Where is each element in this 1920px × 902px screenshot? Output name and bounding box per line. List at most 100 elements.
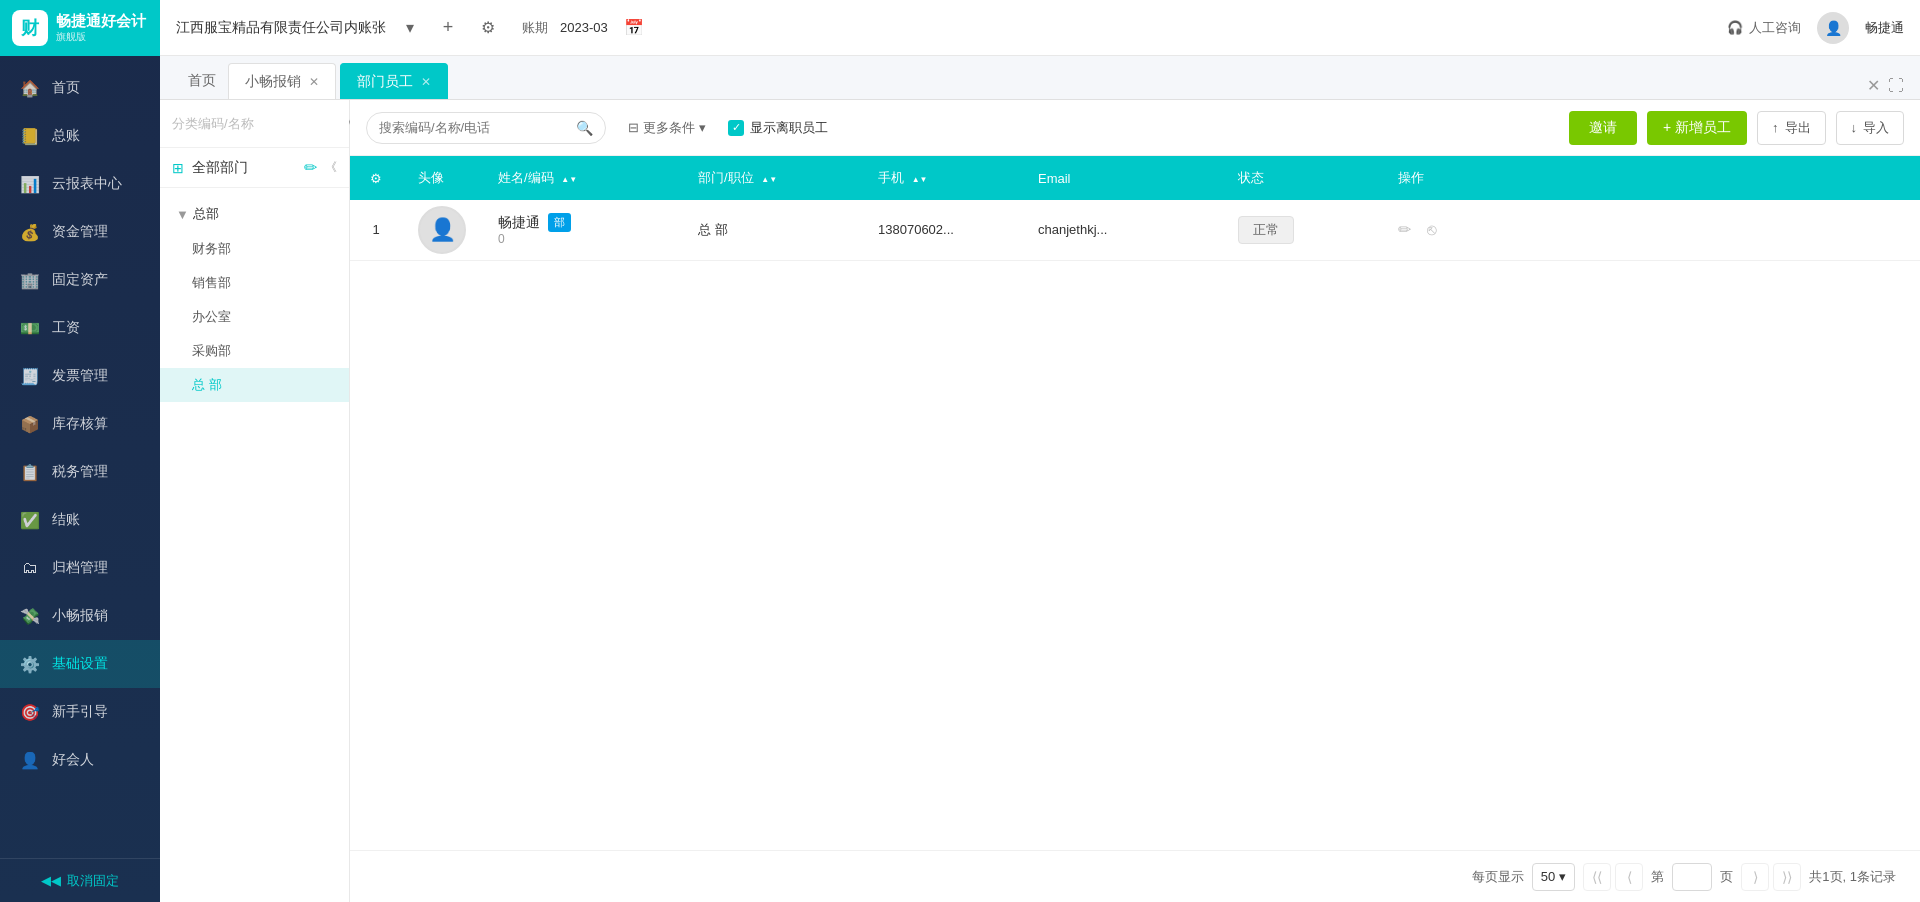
inventory-icon: 📦 xyxy=(20,415,40,434)
row-actions: ✏ ⎋ xyxy=(1398,220,1904,239)
row-avatar-cell: 👤 xyxy=(402,200,482,260)
col-phone[interactable]: 手机 ▲▼ xyxy=(862,156,1022,200)
topbar-settings-button[interactable]: ⚙ xyxy=(474,14,502,42)
employee-search-input[interactable] xyxy=(379,120,568,135)
table-row: 1 👤 畅捷通 部 0 xyxy=(350,200,1920,260)
headset-icon: 🎧 xyxy=(1727,20,1743,35)
first-page-button[interactable]: ⟨⟨ xyxy=(1583,863,1611,891)
all-departments-header[interactable]: ⊞ 全部部门 ✏ 《 xyxy=(160,148,349,188)
add-company-button[interactable]: + xyxy=(434,14,462,42)
page-word: 第 xyxy=(1651,868,1664,886)
row-email-cell: chanjethkj... xyxy=(1022,200,1222,260)
period-value: 2023-03 xyxy=(560,20,608,35)
sidebar-item-invoice[interactable]: 🧾 发票管理 xyxy=(0,352,160,400)
row-status-cell: 正常 xyxy=(1222,200,1382,260)
page-number-input[interactable]: 1 xyxy=(1672,863,1712,891)
tabs-bar: 首页 小畅报销 ✕ 部门员工 ✕ ✕ ⛶ xyxy=(160,56,1920,100)
row-index: 1 xyxy=(350,200,402,260)
employee-code: 0 xyxy=(498,232,666,246)
col-name[interactable]: 姓名/编码 ▲▼ xyxy=(482,156,682,200)
sidebar-item-inventory[interactable]: 📦 库存核算 xyxy=(0,400,160,448)
logo-icon: 财 xyxy=(12,10,48,46)
sidebar-item-close[interactable]: ✅ 结账 xyxy=(0,496,160,544)
more-filters-button[interactable]: ⊟ 更多条件 ▾ xyxy=(618,113,716,143)
sidebar-nav: 🏠 首页 📒 总账 📊 云报表中心 💰 资金管理 🏢 固定资产 💵 工资 🧾 发… xyxy=(0,56,160,858)
tab-close-button[interactable]: ✕ xyxy=(1867,76,1880,95)
sidebar-item-reports[interactable]: 📊 云报表中心 xyxy=(0,160,160,208)
home-icon: 🏠 xyxy=(20,79,40,98)
period-calendar-icon[interactable]: 📅 xyxy=(624,18,644,37)
next-page-button[interactable]: ⟩ xyxy=(1741,863,1769,891)
sidebar-item-archive[interactable]: 🗂 归档管理 xyxy=(0,544,160,592)
tax-icon: 📋 xyxy=(20,463,40,482)
logo-text: 畅捷通好会计 旗舰版 xyxy=(56,12,146,44)
reports-icon: 📊 xyxy=(20,175,40,194)
expense-icon: 💸 xyxy=(20,607,40,626)
page-total: 共1页, 1条记录 xyxy=(1809,868,1896,886)
invite-button[interactable]: 邀请 xyxy=(1569,111,1637,145)
invoice-icon: 🧾 xyxy=(20,367,40,386)
period-label: 账期 xyxy=(522,19,548,37)
sidebar: 财 畅捷通好会计 旗舰版 🏠 首页 📒 总账 📊 云报表中心 💰 资金管理 🏢 … xyxy=(0,0,160,902)
export-button[interactable]: ↑ 导出 xyxy=(1757,111,1826,145)
sidebar-item-funds[interactable]: 💰 资金管理 xyxy=(0,208,160,256)
edit-employee-button[interactable]: ✏ xyxy=(1398,220,1411,239)
sidebar-item-guide[interactable]: 🎯 新手引导 xyxy=(0,688,160,736)
page-navigation: ⟨⟨ ⟨ 第 1 页 ⟩ ⟩⟩ xyxy=(1583,863,1801,891)
dept-item-finance[interactable]: 财务部 xyxy=(160,232,349,266)
sidebar-item-expense[interactable]: 💸 小畅报销 xyxy=(0,592,160,640)
dept-edit-icon[interactable]: ✏ xyxy=(304,158,317,177)
right-panel: 🔍 ⊟ 更多条件 ▾ ✓ 显示离职员工 邀请 + 新增员工 ↑ 导出 xyxy=(350,100,1920,902)
sidebar-item-ledger[interactable]: 📒 总账 xyxy=(0,112,160,160)
show-resigned-checkbox[interactable]: ✓ xyxy=(728,120,744,136)
grid-icon: ⊞ xyxy=(172,160,184,176)
employee-status-badge: 正常 xyxy=(1238,216,1294,244)
tab-expense-close[interactable]: ✕ xyxy=(309,75,319,89)
delete-employee-button[interactable]: ⎋ xyxy=(1427,221,1437,239)
company-name: 江西服宝精品有限责任公司内账张 xyxy=(176,19,386,37)
col-settings[interactable]: ⚙ xyxy=(350,156,402,200)
tab-employees[interactable]: 部门员工 ✕ xyxy=(340,63,448,99)
col-status: 状态 xyxy=(1222,156,1382,200)
import-button[interactable]: ↓ 导入 xyxy=(1836,111,1905,145)
employee-toolbar: 🔍 ⊟ 更多条件 ▾ ✓ 显示离职员工 邀请 + 新增员工 ↑ 导出 xyxy=(350,100,1920,156)
dept-collapse-icon[interactable]: 《 xyxy=(325,159,337,176)
prev-page-button[interactable]: ⟨ xyxy=(1615,863,1643,891)
sidebar-item-payroll[interactable]: 💵 工资 xyxy=(0,304,160,352)
sidebar-item-assets[interactable]: 🏢 固定资产 xyxy=(0,256,160,304)
per-page-select[interactable]: 50 ▾ xyxy=(1532,863,1575,891)
last-page-button[interactable]: ⟩⟩ xyxy=(1773,863,1801,891)
col-dept[interactable]: 部门/职位 ▲▼ xyxy=(682,156,862,200)
dept-item-general[interactable]: 总 部 xyxy=(160,368,349,402)
tab-home[interactable]: 首页 xyxy=(176,63,228,99)
dept-sort-icon: ▲▼ xyxy=(761,176,777,184)
sidebar-item-tax[interactable]: 📋 税务管理 xyxy=(0,448,160,496)
tab-expense[interactable]: 小畅报销 ✕ xyxy=(228,63,336,99)
tab-employees-close[interactable]: ✕ xyxy=(421,75,431,89)
close-period-icon: ✅ xyxy=(20,511,40,530)
app-logo: 财 畅捷通好会计 旗舰版 xyxy=(0,0,160,56)
sidebar-item-home[interactable]: 🏠 首页 xyxy=(0,64,160,112)
dept-search-input[interactable] xyxy=(172,116,340,131)
dept-item-headquarters[interactable]: ▼ 总部 xyxy=(160,196,349,232)
employee-dept-badge: 部 xyxy=(548,213,571,232)
support-button[interactable]: 🎧 人工咨询 xyxy=(1727,19,1801,37)
dept-item-sales[interactable]: 销售部 xyxy=(160,266,349,300)
dept-item-purchasing[interactable]: 采购部 xyxy=(160,334,349,368)
sidebar-item-settings[interactable]: ⚙️ 基础设置 xyxy=(0,640,160,688)
company-dropdown-button[interactable]: ▾ xyxy=(398,16,422,40)
row-name-cell: 畅捷通 部 0 xyxy=(482,200,682,260)
dept-tree: ▼ 总部 财务部 销售部 办公室 采购部 总 部 xyxy=(160,188,349,902)
sidebar-item-user[interactable]: 👤 好会人 xyxy=(0,736,160,784)
employee-search-icon[interactable]: 🔍 xyxy=(576,120,593,136)
show-resigned-toggle[interactable]: ✓ 显示离职员工 xyxy=(728,119,828,137)
row-dept-cell: 总 部 xyxy=(682,200,862,260)
dept-header-actions: ✏ 《 xyxy=(304,158,337,177)
tab-expand-button[interactable]: ⛶ xyxy=(1888,77,1904,95)
filter-chevron-icon: ▾ xyxy=(699,120,706,135)
archive-icon: 🗂 xyxy=(20,559,40,577)
unpin-button[interactable]: ◀◀ 取消固定 xyxy=(0,858,160,902)
dept-item-office[interactable]: 办公室 xyxy=(160,300,349,334)
add-employee-button[interactable]: + 新增员工 xyxy=(1647,111,1747,145)
employee-avatar: 👤 xyxy=(418,206,466,254)
